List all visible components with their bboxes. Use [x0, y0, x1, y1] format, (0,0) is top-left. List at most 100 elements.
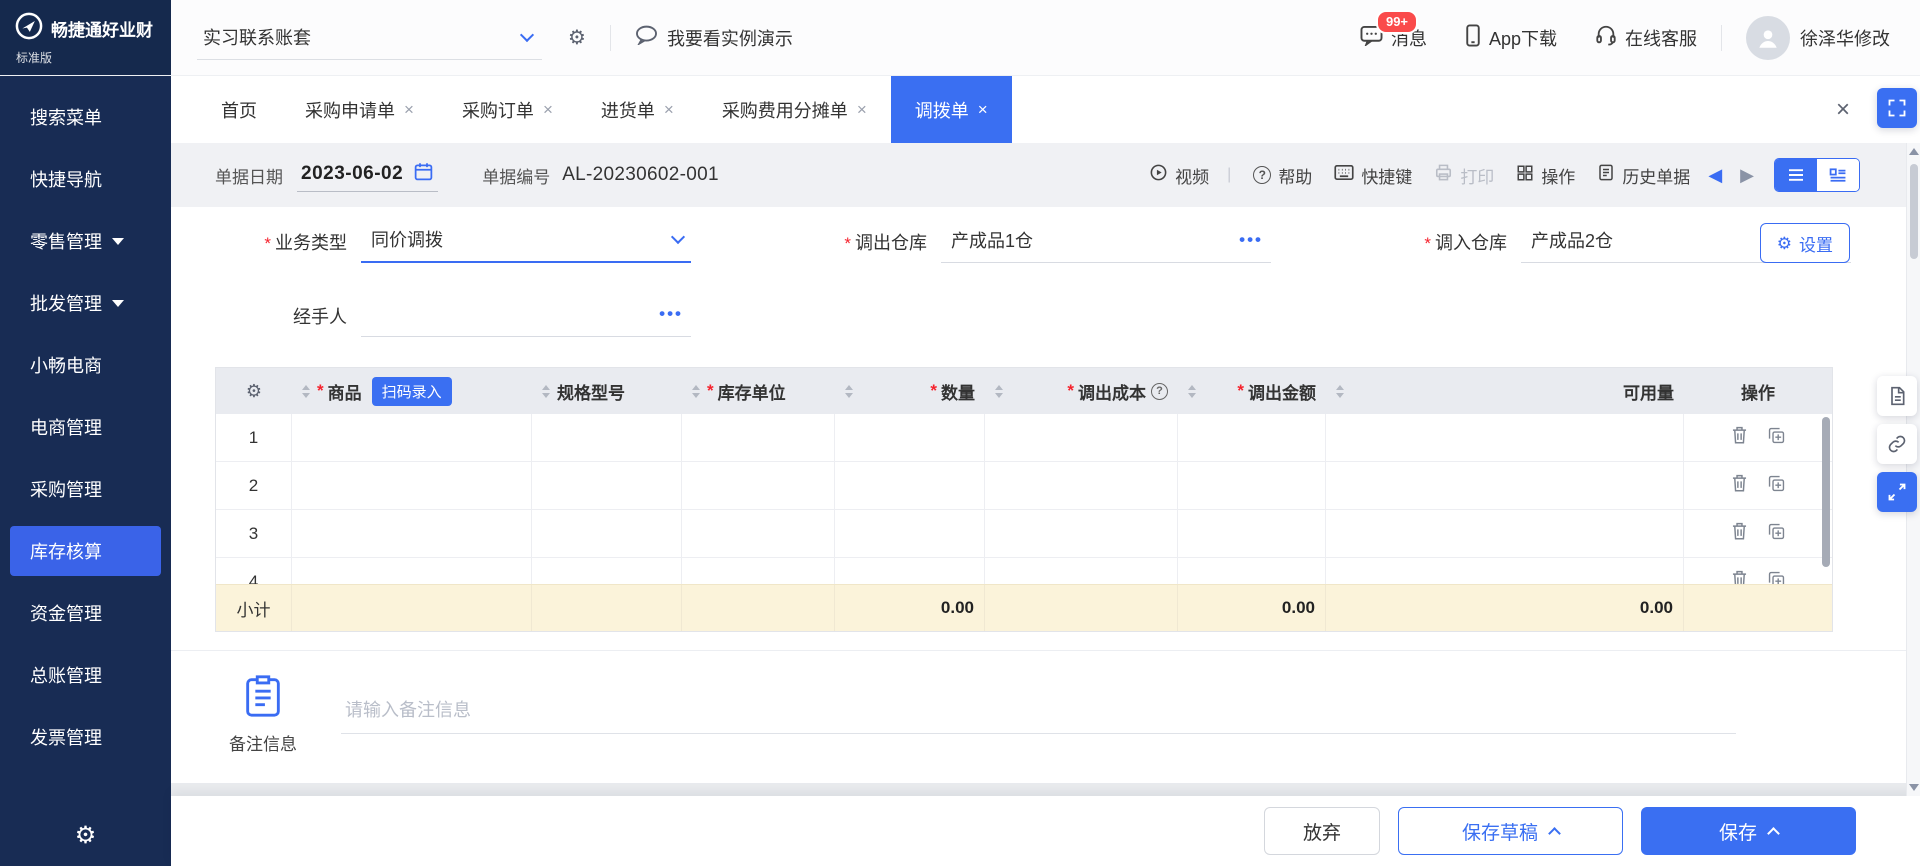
sort-icon[interactable] [542, 384, 550, 398]
user-name[interactable]: 徐泽华修改 [1800, 25, 1890, 51]
tab-purchase-cost-allocation[interactable]: 采购费用分摊单 × [698, 76, 891, 143]
sidebar-settings-gear-icon[interactable]: ⚙ [75, 821, 97, 850]
calendar-icon[interactable] [413, 161, 434, 187]
grid-settings-button[interactable]: ⚙ 设置 [1759, 223, 1850, 263]
close-icon[interactable]: × [664, 100, 674, 120]
copy-row-icon[interactable] [1768, 427, 1785, 449]
cell-cost[interactable] [985, 510, 1178, 557]
handler-picker[interactable]: ••• [361, 299, 691, 337]
sidebar-item-funds[interactable]: 资金管理 [0, 582, 171, 644]
cell-product[interactable] [292, 558, 532, 584]
column-config-header[interactable]: ⚙ [216, 368, 292, 414]
cell-product[interactable] [292, 414, 532, 461]
delete-row-icon[interactable] [1731, 570, 1748, 584]
sort-icon[interactable] [1336, 384, 1344, 398]
column-out-cost[interactable]: * 调出成本? [985, 368, 1178, 414]
tab-transfer-order[interactable]: 调拨单 × [890, 76, 1012, 143]
scrollbar-thumb[interactable] [1909, 164, 1918, 259]
column-unit[interactable]: * 库存单位 [682, 368, 835, 414]
messages-button[interactable]: 99+ 消息 [1360, 9, 1427, 51]
sort-icon[interactable] [845, 384, 853, 398]
info-icon[interactable]: ? [1151, 382, 1168, 400]
sidebar-item-wholesale[interactable]: 批发管理 [0, 272, 171, 334]
cell-unit[interactable] [682, 462, 835, 509]
cell-spec[interactable] [532, 414, 682, 461]
sidebar-item-ecommerce[interactable]: 电商管理 [0, 396, 171, 458]
cell-cost[interactable] [985, 462, 1178, 509]
close-icon[interactable]: × [404, 100, 414, 120]
save-button[interactable]: 保存 [1641, 807, 1856, 855]
cell-amount[interactable] [1178, 510, 1326, 557]
tab-goods-receipt[interactable]: 进货单 × [577, 76, 698, 143]
cell-spec[interactable] [532, 558, 682, 584]
cell-spec[interactable] [532, 510, 682, 557]
cell-amount[interactable] [1178, 414, 1326, 461]
account-book-select[interactable]: 实习联系账套 [197, 16, 542, 60]
column-qty[interactable]: * 数量 [835, 368, 985, 414]
sidebar-item-general-ledger[interactable]: 总账管理 [0, 644, 171, 706]
cell-cost[interactable] [985, 558, 1178, 584]
date-field[interactable]: 2023-06-02 [297, 159, 439, 192]
close-icon[interactable]: × [857, 100, 867, 120]
delete-row-icon[interactable] [1731, 522, 1748, 545]
sort-icon[interactable] [995, 384, 1003, 398]
tab-home[interactable]: 首页 [197, 76, 281, 143]
scroll-down-icon[interactable] [1908, 784, 1919, 791]
cell-qty[interactable] [835, 414, 985, 461]
close-icon[interactable]: × [543, 100, 553, 120]
remark-input[interactable] [341, 694, 1736, 734]
cell-cost[interactable] [985, 414, 1178, 461]
column-product[interactable]: * 商品 扫码录入 [292, 368, 532, 414]
copy-row-icon[interactable] [1768, 475, 1785, 497]
copy-row-icon[interactable] [1768, 523, 1785, 545]
cell-spec[interactable] [532, 462, 682, 509]
delete-row-icon[interactable] [1731, 474, 1748, 497]
fullscreen-button[interactable] [1877, 88, 1917, 128]
close-all-tabs-icon[interactable]: × [1836, 96, 1850, 124]
cell-amount[interactable] [1178, 462, 1326, 509]
demo-link[interactable]: 我要看实例演示 [635, 25, 793, 51]
cell-unit[interactable] [682, 558, 835, 584]
save-draft-button[interactable]: 保存草稿 [1398, 807, 1623, 855]
sidebar-item-search-menu[interactable]: 搜索菜单 [0, 86, 171, 148]
operations-button[interactable]: 操作 [1516, 163, 1575, 188]
history-button[interactable]: 历史单据 [1597, 163, 1690, 188]
cell-unit[interactable] [682, 510, 835, 557]
cell-amount[interactable] [1178, 558, 1326, 584]
help-button[interactable]: ? 帮助 [1253, 163, 1312, 188]
column-spec[interactable]: 规格型号 [532, 368, 682, 414]
tab-purchase-request[interactable]: 采购申请单 × [281, 76, 438, 143]
cell-qty[interactable] [835, 462, 985, 509]
out-warehouse-picker[interactable]: 产成品1仓 ••• [941, 225, 1271, 263]
cell-product[interactable] [292, 462, 532, 509]
sidebar-item-inventory-accounting[interactable]: 库存核算 [10, 526, 161, 576]
cell-qty[interactable] [835, 558, 985, 584]
sort-icon[interactable] [302, 384, 310, 398]
tab-purchase-order[interactable]: 采购订单 × [438, 76, 577, 143]
column-out-amount[interactable]: * 调出金额 [1178, 368, 1326, 414]
biz-type-select[interactable]: 同价调拨 [361, 225, 691, 263]
sidebar-item-invoice[interactable]: 发票管理 [0, 706, 171, 768]
sidebar-item-quick-nav[interactable]: 快捷导航 [0, 148, 171, 210]
online-support-button[interactable]: 在线客服 [1595, 24, 1697, 51]
close-icon[interactable]: × [978, 100, 988, 120]
scroll-up-icon[interactable] [1908, 148, 1919, 155]
next-document-icon[interactable]: ▶ [1740, 165, 1754, 186]
sort-icon[interactable] [1188, 384, 1196, 398]
avatar[interactable] [1746, 15, 1790, 60]
lookup-ellipsis-icon[interactable]: ••• [659, 305, 683, 322]
table-scrollbar[interactable] [1822, 417, 1830, 567]
previous-document-icon[interactable]: ◀ [1708, 165, 1722, 186]
sort-icon[interactable] [692, 384, 700, 398]
copy-row-icon[interactable] [1768, 571, 1785, 584]
sidebar-item-xiaochang-ecommerce[interactable]: 小畅电商 [0, 334, 171, 396]
list-view-button[interactable] [1775, 159, 1817, 191]
cell-product[interactable] [292, 510, 532, 557]
scan-entry-button[interactable]: 扫码录入 [371, 376, 452, 406]
cell-qty[interactable] [835, 510, 985, 557]
hotkeys-button[interactable]: 快捷键 [1334, 163, 1412, 188]
lookup-ellipsis-icon[interactable]: ••• [1239, 231, 1263, 248]
settings-gear-icon[interactable]: ⚙ [568, 28, 586, 48]
video-button[interactable]: 视频 [1149, 163, 1209, 188]
cell-unit[interactable] [682, 414, 835, 461]
